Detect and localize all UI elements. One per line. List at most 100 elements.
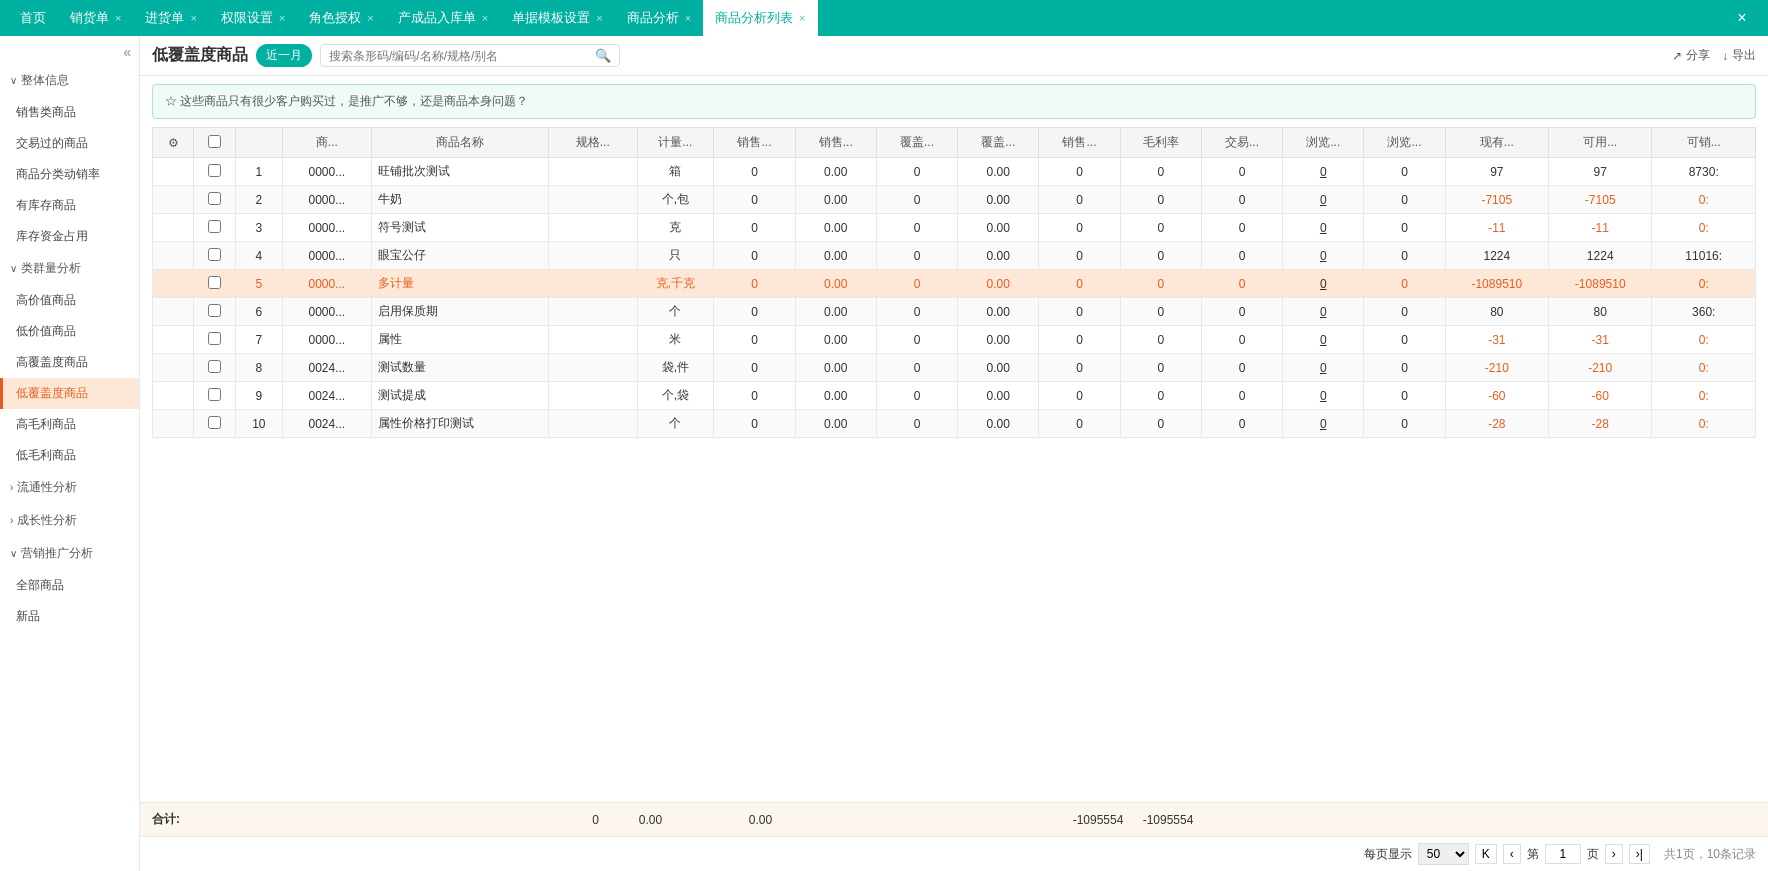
browse1-link[interactable]: 0	[1320, 361, 1327, 375]
sidebar-section-marketing[interactable]: ∨ 营销推广分析	[0, 537, 139, 570]
select-all-checkbox[interactable]	[208, 135, 221, 148]
settings-col-header[interactable]: ⚙	[153, 128, 194, 158]
nav-permission-settings[interactable]: 权限设置 ×	[209, 0, 297, 36]
nav-product-analysis-list[interactable]: 商品分析列表 ×	[703, 0, 817, 36]
row-checkbox[interactable]	[208, 332, 221, 345]
sidebar-item-high-value[interactable]: 高价值商品	[0, 285, 139, 316]
browse1-cell[interactable]: 0	[1283, 270, 1364, 298]
row-checkbox[interactable]	[208, 248, 221, 261]
browse1-link[interactable]: 0	[1320, 417, 1327, 431]
checkbox-cell[interactable]	[194, 382, 235, 410]
search-input[interactable]	[329, 49, 591, 63]
name-col-header[interactable]: 商品名称	[371, 128, 548, 158]
checkbox-cell[interactable]	[194, 410, 235, 438]
checkbox-cell[interactable]	[194, 270, 235, 298]
sidebar-item-low-profit[interactable]: 低毛利商品	[0, 440, 139, 471]
row-checkbox[interactable]	[208, 192, 221, 205]
nav-purchase-order[interactable]: 进货单 ×	[133, 0, 208, 36]
close-icon[interactable]: ×	[799, 12, 805, 24]
sidebar-item-new-goods[interactable]: 新品	[0, 601, 139, 632]
close-icon[interactable]: ×	[596, 12, 602, 24]
sidebar-item-stock-capital[interactable]: 库存资金占用	[0, 221, 139, 252]
data-table-wrapper[interactable]: ⚙ 商... 商品名称 规格... 计量... 销售... 销售... 覆盖..…	[152, 127, 1756, 802]
close-icon[interactable]: ×	[279, 12, 285, 24]
sidebar-collapse-btn[interactable]: «	[123, 44, 131, 60]
row-checkbox[interactable]	[208, 416, 221, 429]
sales-qty-col-header[interactable]: 销售...	[714, 128, 795, 158]
close-icon[interactable]: ×	[115, 12, 121, 24]
sidebar-item-low-value[interactable]: 低价值商品	[0, 316, 139, 347]
browse1-cell[interactable]: 0	[1283, 298, 1364, 326]
sidebar-item-low-coverage[interactable]: 低覆盖度商品	[0, 378, 139, 409]
nav-template-settings[interactable]: 单据模板设置 ×	[500, 0, 614, 36]
row-checkbox[interactable]	[208, 220, 221, 233]
sidebar-section-flow[interactable]: › 流通性分析	[0, 471, 139, 504]
browse1-col-header[interactable]: 浏览...	[1283, 128, 1364, 158]
browse1-link[interactable]: 0	[1320, 389, 1327, 403]
browse1-cell[interactable]: 0	[1283, 382, 1364, 410]
browse1-cell[interactable]: 0	[1283, 326, 1364, 354]
unit-col-header[interactable]: 计量...	[637, 128, 714, 158]
last-page-button[interactable]: ›|	[1629, 844, 1650, 864]
sidebar-section-growth[interactable]: › 成长性分析	[0, 504, 139, 537]
browse1-cell[interactable]: 0	[1283, 354, 1364, 382]
checkbox-cell[interactable]	[194, 354, 235, 382]
checkbox-cell[interactable]	[194, 326, 235, 354]
close-icon[interactable]: ×	[685, 12, 691, 24]
cover2-col-header[interactable]: 覆盖...	[958, 128, 1039, 158]
trade-col-header[interactable]: 交易...	[1201, 128, 1282, 158]
checkbox-cell[interactable]	[194, 214, 235, 242]
sidebar-item-sales-goods[interactable]: 销售类商品	[0, 97, 139, 128]
gross-rate-col-header[interactable]: 毛利率	[1120, 128, 1201, 158]
spec-col-header[interactable]: 规格...	[548, 128, 637, 158]
browse1-cell[interactable]: 0	[1283, 186, 1364, 214]
row-checkbox[interactable]	[208, 164, 221, 177]
nav-role-auth[interactable]: 角色授权 ×	[297, 0, 385, 36]
browse1-cell[interactable]: 0	[1283, 214, 1364, 242]
nav-home[interactable]: 首页	[8, 0, 58, 36]
nav-sales-order[interactable]: 销货单 ×	[58, 0, 133, 36]
sidebar-item-traded-goods[interactable]: 交易过的商品	[0, 128, 139, 159]
close-icon[interactable]: ×	[190, 12, 196, 24]
page-number-input[interactable]	[1545, 844, 1581, 864]
sales-amt-col-header[interactable]: 销售...	[795, 128, 876, 158]
share-button[interactable]: ↗ 分享	[1672, 47, 1710, 64]
row-checkbox[interactable]	[208, 276, 221, 289]
row-checkbox[interactable]	[208, 388, 221, 401]
sidebar-section-group[interactable]: ∨ 类群量分析	[0, 252, 139, 285]
sidebar-item-all-goods[interactable]: 全部商品	[0, 570, 139, 601]
browse1-cell[interactable]: 0	[1283, 158, 1364, 186]
checkbox-col-header[interactable]	[194, 128, 235, 158]
browse1-link[interactable]: 0	[1320, 193, 1327, 207]
sidebar-item-high-coverage[interactable]: 高覆盖度商品	[0, 347, 139, 378]
browse2-col-header[interactable]: 浏览...	[1364, 128, 1445, 158]
sidebar-section-overall[interactable]: ∨ 整体信息	[0, 64, 139, 97]
browse1-link[interactable]: 0	[1320, 305, 1327, 319]
window-close-button[interactable]: ×	[1724, 0, 1760, 36]
row-checkbox[interactable]	[208, 304, 221, 317]
prev-page-button[interactable]: ‹	[1503, 844, 1521, 864]
close-icon[interactable]: ×	[367, 12, 373, 24]
sidebar-item-category-rate[interactable]: 商品分类动销率	[0, 159, 139, 190]
export-button[interactable]: ↓ 导出	[1722, 47, 1756, 64]
row-checkbox[interactable]	[208, 360, 221, 373]
checkbox-cell[interactable]	[194, 298, 235, 326]
per-page-select[interactable]: 50 20 100	[1418, 843, 1469, 865]
browse1-cell[interactable]: 0	[1283, 410, 1364, 438]
browse1-link[interactable]: 0	[1320, 277, 1327, 291]
browse1-link[interactable]: 0	[1320, 249, 1327, 263]
current-stock-col-header[interactable]: 现有...	[1445, 128, 1548, 158]
nav-finished-goods[interactable]: 产成品入库单 ×	[386, 0, 500, 36]
browse1-link[interactable]: 0	[1320, 221, 1327, 235]
checkbox-cell[interactable]	[194, 158, 235, 186]
next-page-button[interactable]: ›	[1605, 844, 1623, 864]
available-col-header[interactable]: 可用...	[1549, 128, 1652, 158]
sellable-col-header[interactable]: 可销...	[1652, 128, 1756, 158]
sidebar-item-in-stock[interactable]: 有库存商品	[0, 190, 139, 221]
first-page-button[interactable]: K	[1475, 844, 1497, 864]
browse1-cell[interactable]: 0	[1283, 242, 1364, 270]
browse1-link[interactable]: 0	[1320, 165, 1327, 179]
code-col-header[interactable]: 商...	[282, 128, 371, 158]
sidebar-item-high-profit[interactable]: 高毛利商品	[0, 409, 139, 440]
sales-count-col-header[interactable]: 销售...	[1039, 128, 1120, 158]
